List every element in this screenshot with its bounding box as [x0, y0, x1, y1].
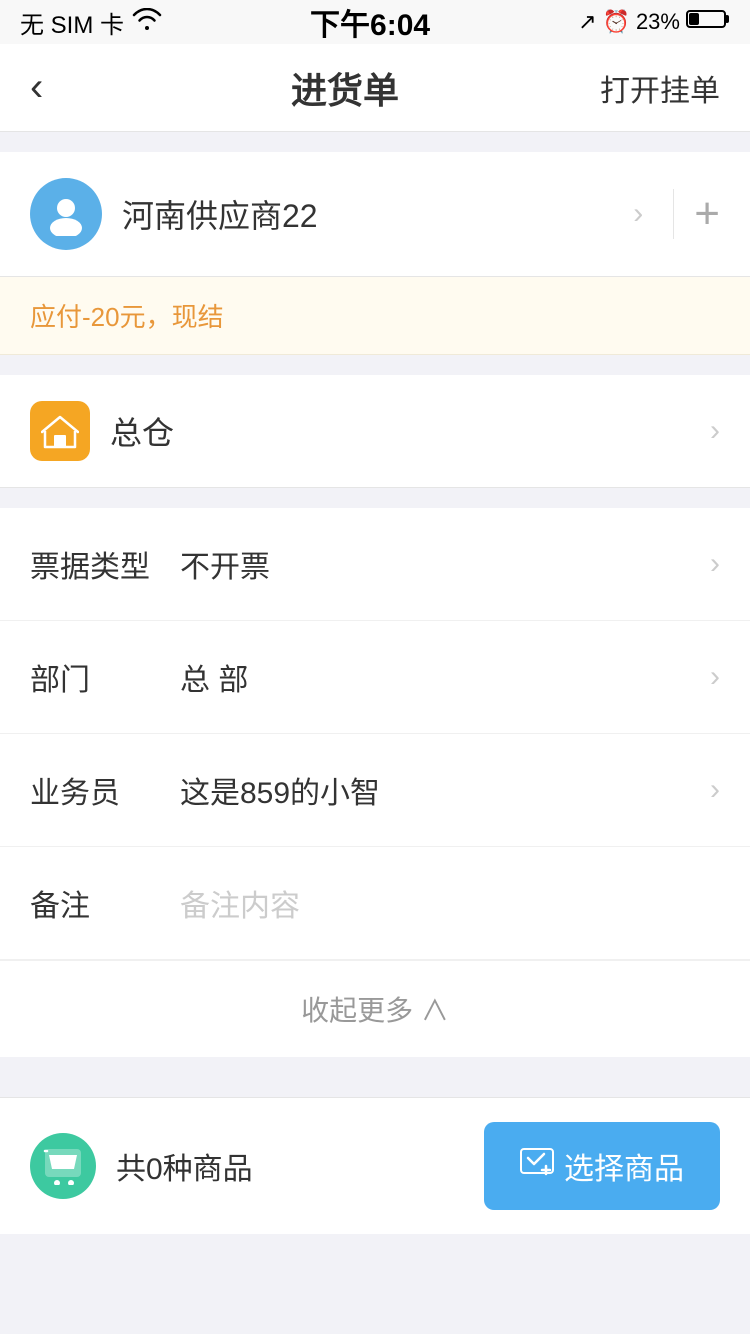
divider	[673, 189, 674, 239]
supplier-chevron-icon: ›	[633, 197, 643, 231]
battery-text: 23%	[636, 9, 680, 35]
page-title: 进货单	[291, 62, 399, 114]
salesman-chevron-icon: ›	[710, 773, 720, 807]
invoice-label: 票据类型	[30, 542, 150, 586]
add-supplier-button[interactable]: +	[694, 192, 720, 236]
salesman-value: 这是859的小智	[180, 768, 700, 812]
status-icons: ↗ ⏰ 23%	[578, 8, 730, 36]
wifi-icon	[132, 8, 162, 36]
supplier-avatar	[30, 178, 102, 250]
form-section: 票据类型 不开票 › 部门 总 部 › 业务员 这是859的小智 › 备注 备注…	[0, 508, 750, 1057]
remark-input[interactable]: 备注内容	[180, 881, 720, 925]
select-product-icon	[520, 1148, 554, 1184]
collapse-row[interactable]: 收起更多 ∧	[0, 960, 750, 1057]
section-gap-4	[0, 1057, 750, 1077]
notice-text: 应付-20元，现结	[30, 302, 224, 332]
product-icon	[30, 1133, 96, 1199]
remark-label: 备注	[30, 881, 150, 925]
battery-icon	[686, 8, 730, 36]
section-gap-3	[0, 488, 750, 508]
warehouse-name: 总仓	[110, 408, 700, 454]
supplier-name: 河南供应商22	[122, 191, 633, 237]
section-gap-2	[0, 355, 750, 375]
department-chevron-icon: ›	[710, 660, 720, 694]
status-time: 下午6:04	[310, 0, 430, 44]
select-product-label: 选择商品	[564, 1144, 684, 1188]
warehouse-row[interactable]: 总仓 ›	[0, 375, 750, 488]
section-gap-1	[0, 132, 750, 152]
salesman-label: 业务员	[30, 768, 150, 812]
invoice-chevron-icon: ›	[710, 547, 720, 581]
back-button[interactable]: ‹	[30, 65, 90, 110]
salesman-row[interactable]: 业务员 这是859的小智 ›	[0, 734, 750, 847]
invoice-value: 不开票	[180, 542, 700, 586]
warehouse-icon	[30, 401, 90, 461]
notice-banner: 应付-20元，现结	[0, 277, 750, 355]
house-icon	[41, 413, 79, 449]
alarm-icon: ⏰	[603, 9, 630, 35]
warehouse-section: 总仓 ›	[0, 375, 750, 488]
department-label: 部门	[30, 655, 150, 699]
warehouse-chevron-icon: ›	[710, 414, 720, 448]
department-value: 总 部	[180, 655, 700, 699]
department-row[interactable]: 部门 总 部 ›	[0, 621, 750, 734]
collapse-label: 收起更多 ∧	[301, 989, 449, 1029]
status-carrier: 无 SIM 卡	[20, 5, 162, 40]
select-product-button[interactable]: 选择商品	[484, 1122, 720, 1210]
status-bar: 无 SIM 卡 下午6:04 ↗ ⏰ 23%	[0, 0, 750, 44]
invoice-row[interactable]: 票据类型 不开票 ›	[0, 508, 750, 621]
location-icon: ↗	[578, 9, 596, 35]
cart-icon	[43, 1147, 83, 1185]
nav-bar: ‹ 进货单 打开挂单	[0, 44, 750, 132]
supplier-section: 河南供应商22 › + 应付-20元，现结	[0, 152, 750, 355]
product-count: 共0种商品	[116, 1144, 484, 1188]
open-pending-button[interactable]: 打开挂单	[600, 66, 720, 110]
supplier-row[interactable]: 河南供应商22 › +	[0, 152, 750, 277]
remark-row[interactable]: 备注 备注内容	[0, 847, 750, 960]
bottom-bar: 共0种商品 选择商品	[0, 1097, 750, 1234]
carrier-text: 无 SIM 卡	[20, 5, 124, 40]
